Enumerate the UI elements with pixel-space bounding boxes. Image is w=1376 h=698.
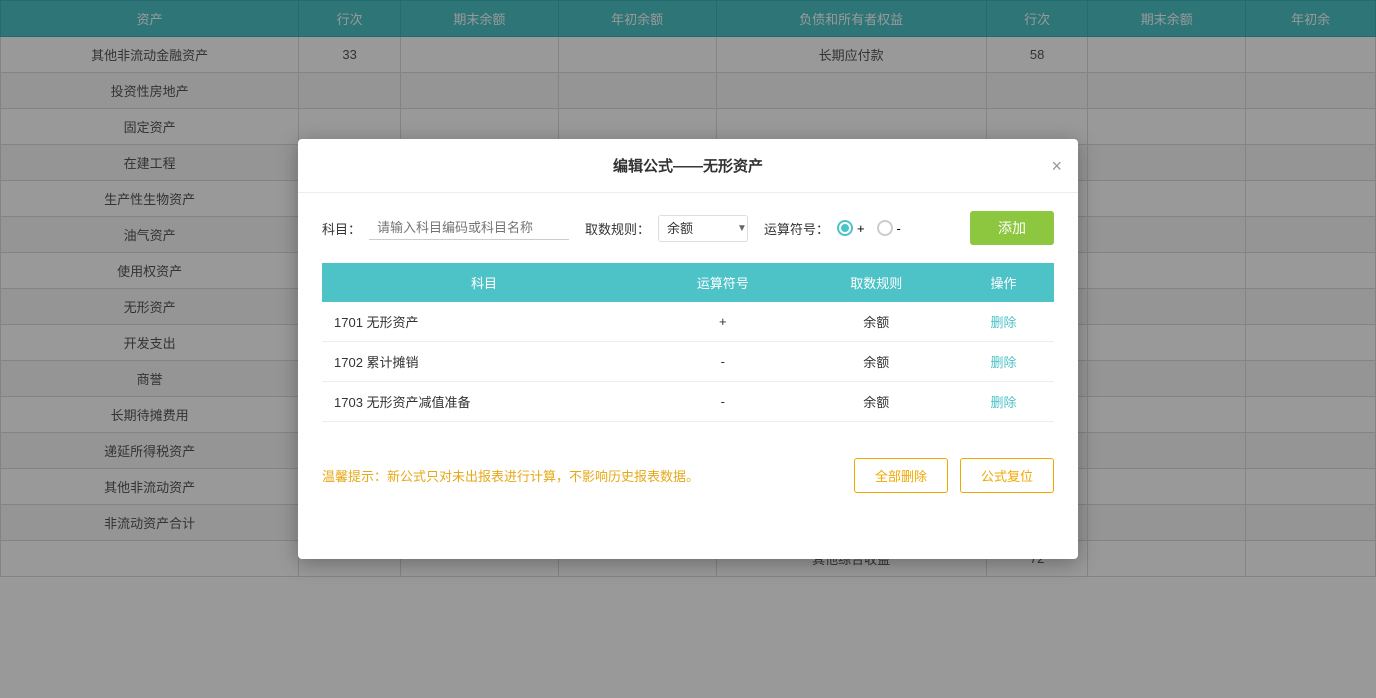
modal-close-button[interactable]: × [1051,157,1062,175]
formula-table: 科目 运算符号 取数规则 操作 1701 无形资产+余额删除1702 累计摊销-… [322,263,1054,422]
modal-footer: 温馨提示：新公式只对未出报表进行计算，不影响历史报表数据。 全部删除 公式复位 [298,442,1078,501]
formula-rule: 余额 [800,382,953,422]
formula-operator: - [646,382,799,422]
formula-action: 删除 [953,382,1054,422]
rule-group: 取数规则： 余额 借方发生额 贷方发生额 ▼ [585,215,748,242]
operator-minus-radio[interactable]: - [877,220,901,236]
radio-plus-circle [837,220,853,236]
tip-prefix: 温馨提示： [322,469,387,484]
subject-group: 科目： [322,216,569,240]
operator-minus-label: - [897,221,901,236]
page-wrapper: 资产 行次 期末余额 年初余额 负债和所有者权益 行次 期末余额 年初余 其他非… [0,0,1376,698]
formula-action: 删除 [953,302,1054,342]
formula-rule: 余额 [800,342,953,382]
footer-tip: 温馨提示：新公式只对未出报表进行计算，不影响历史报表数据。 [322,466,699,485]
th-subject: 科目 [322,263,646,302]
delete-row-button[interactable]: 删除 [991,312,1017,331]
delete-row-button[interactable]: 删除 [991,392,1017,411]
data-table-wrap: 科目 运算符号 取数规则 操作 1701 无形资产+余额删除1702 累计摊销-… [298,263,1078,422]
operator-group: 运算符号： + - [764,219,901,238]
rule-select[interactable]: 余额 借方发生额 贷方发生额 [659,216,748,241]
formula-subject: 1702 累计摊销 [322,342,646,382]
footer-buttons: 全部删除 公式复位 [854,458,1054,493]
radio-minus-circle [877,220,893,236]
modal-overlay: 编辑公式——无形资产 × 科目： 取数规则： 余额 借方发生额 贷方发生额 [0,0,1376,698]
th-rule: 取数规则 [800,263,953,302]
operator-label: 运算符号： [764,219,829,238]
th-operator: 运算符号 [646,263,799,302]
modal-title: 编辑公式——无形资产 [613,155,763,176]
formula-operator: - [646,342,799,382]
reset-formula-button[interactable]: 公式复位 [960,458,1054,493]
operator-radio-group: + - [837,220,901,236]
operator-plus-label: + [857,221,865,236]
subject-label: 科目： [322,219,361,238]
tip-content: 新公式只对未出报表进行计算，不影响历史报表数据。 [387,469,699,484]
delete-all-button[interactable]: 全部删除 [854,458,948,493]
formula-rule: 余额 [800,302,953,342]
formula-operator: + [646,302,799,342]
delete-row-button[interactable]: 删除 [991,352,1017,371]
formula-action: 删除 [953,342,1054,382]
formula-row: 1701 无形资产+余额 删除 [322,302,1054,342]
formula-row: 1703 无形资产减值准备-余额 删除 [322,382,1054,422]
modal-header: 编辑公式——无形资产 × [298,139,1078,193]
formula-subject: 1703 无形资产减值准备 [322,382,646,422]
table-header-row: 科目 运算符号 取数规则 操作 [322,263,1054,302]
formula-row: 1702 累计摊销-余额 删除 [322,342,1054,382]
modal-dialog: 编辑公式——无形资产 × 科目： 取数规则： 余额 借方发生额 贷方发生额 [298,139,1078,559]
th-action: 操作 [953,263,1054,302]
rule-select-wrap: 余额 借方发生额 贷方发生额 ▼ [658,215,748,242]
rule-label: 取数规则： [585,219,650,238]
subject-input[interactable] [369,216,569,240]
formula-subject: 1701 无形资产 [322,302,646,342]
operator-plus-radio[interactable]: + [837,220,865,236]
form-row: 科目： 取数规则： 余额 借方发生额 贷方发生额 ▼ 运算 [298,193,1078,263]
add-button[interactable]: 添加 [970,211,1054,245]
